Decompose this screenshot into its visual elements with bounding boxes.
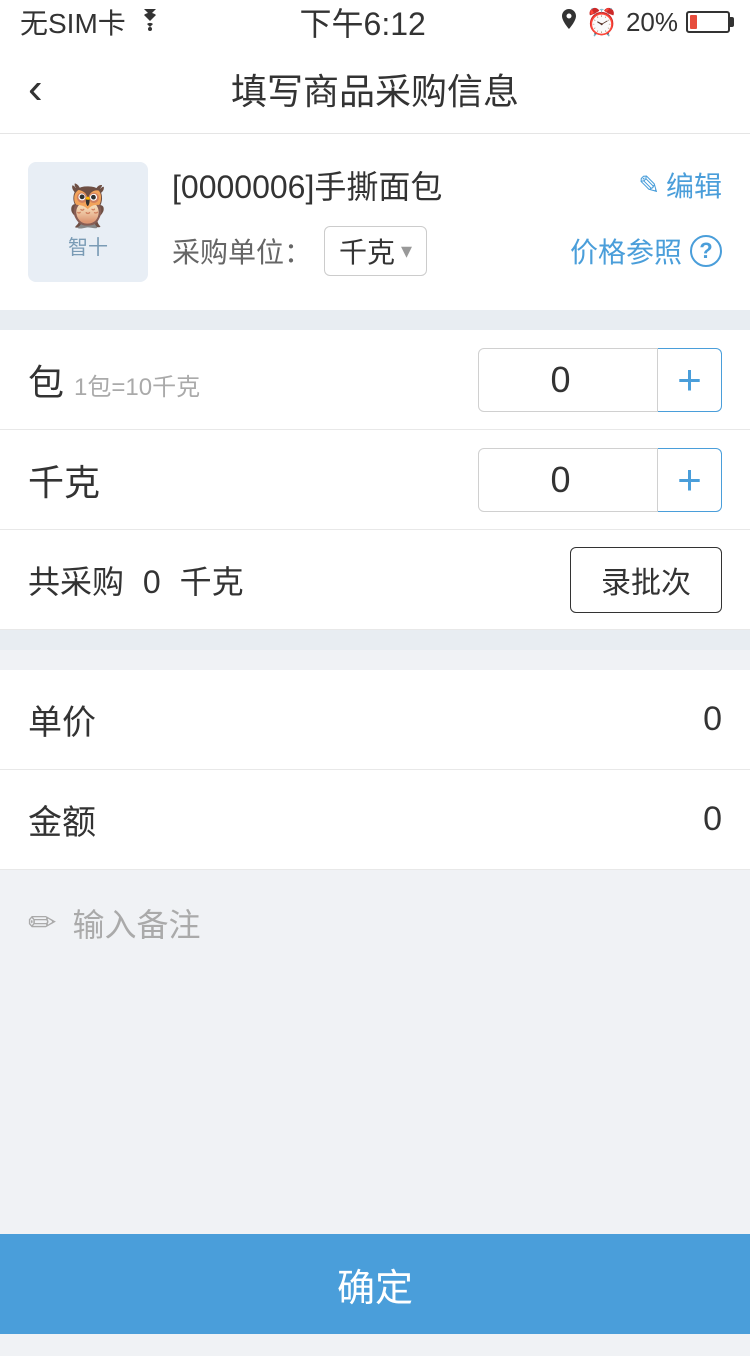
status-time: 下午6:12 bbox=[300, 0, 426, 45]
unit-price-value: 0 bbox=[703, 700, 722, 739]
product-thumbnail: 🦉 智十 bbox=[28, 162, 148, 282]
note-section[interactable]: ✏ 输入备注 bbox=[0, 870, 750, 976]
status-left: 无SIM卡 bbox=[20, 2, 166, 42]
kg-plus-button[interactable]: + bbox=[658, 448, 722, 512]
price-ref-icon: ? bbox=[690, 235, 722, 267]
product-name-row: [0000006]手撕面包 ✎ 编辑 bbox=[172, 162, 722, 208]
amount-row: 金额 0 bbox=[0, 770, 750, 870]
purchase-unit-left: 采购单位： 千克 ▾ bbox=[172, 226, 427, 276]
unit-label: 采购单位： bbox=[172, 231, 312, 271]
location-icon bbox=[560, 7, 578, 38]
quantity-row-kg: 千克 + bbox=[0, 430, 750, 530]
status-right: ⏰ 20% bbox=[560, 7, 730, 38]
confirm-button[interactable]: 确定 bbox=[0, 1234, 750, 1334]
divider-1 bbox=[0, 310, 750, 330]
amount-value: 0 bbox=[703, 800, 722, 839]
summary-row: 共采购 0 千克 录批次 bbox=[0, 530, 750, 630]
summary-value: 0 bbox=[143, 564, 161, 600]
divider-2 bbox=[0, 630, 750, 650]
content-spacer bbox=[0, 976, 750, 1256]
price-ref-label: 价格参照 bbox=[570, 231, 682, 271]
price-section: 单价 0 金额 0 bbox=[0, 670, 750, 870]
unit-price-row: 单价 0 bbox=[0, 670, 750, 770]
quantity-row-bag: 包 1包=10千克 + bbox=[0, 330, 750, 430]
record-batch-button[interactable]: 录批次 bbox=[570, 547, 722, 613]
kg-label: 千克 bbox=[28, 454, 100, 506]
unit-price-label: 单价 bbox=[28, 695, 96, 744]
carrier-text: 无SIM卡 bbox=[20, 2, 126, 42]
nav-bar: ‹ 填写商品采购信息 bbox=[0, 44, 750, 134]
product-info: [0000006]手撕面包 ✎ 编辑 采购单位： 千克 ▾ 价格参照 ? bbox=[172, 162, 722, 276]
bag-plus-button[interactable]: + bbox=[658, 348, 722, 412]
pencil-icon: ✏ bbox=[28, 903, 57, 943]
quantity-section: 包 1包=10千克 + 千克 + bbox=[0, 330, 750, 530]
bag-sub-label: 1包=10千克 bbox=[74, 367, 200, 402]
edit-icon: ✎ bbox=[638, 170, 660, 201]
wifi-icon bbox=[134, 6, 166, 38]
purchase-unit-row: 采购单位： 千克 ▾ 价格参照 ? bbox=[172, 226, 722, 276]
summary-text: 共采购 0 千克 bbox=[28, 557, 244, 603]
brand-label: 智十 bbox=[68, 231, 108, 260]
product-name: [0000006]手撕面包 bbox=[172, 162, 442, 208]
note-placeholder: 输入备注 bbox=[73, 900, 201, 946]
price-ref-button[interactable]: 价格参照 ? bbox=[570, 231, 722, 271]
summary-unit: 千克 bbox=[180, 564, 244, 600]
unit-value: 千克 bbox=[339, 231, 395, 271]
product-card: 🦉 智十 [0000006]手撕面包 ✎ 编辑 采购单位： 千克 ▾ bbox=[0, 134, 750, 310]
kg-quantity-input[interactable] bbox=[478, 448, 658, 512]
edit-button[interactable]: ✎ 编辑 bbox=[638, 165, 722, 205]
alarm-icon: ⏰ bbox=[586, 7, 618, 38]
battery-percentage: 20% bbox=[626, 7, 678, 38]
bag-quantity-input[interactable] bbox=[478, 348, 658, 412]
status-bar: 无SIM卡 下午6:12 ⏰ 20% bbox=[0, 0, 750, 44]
bag-label: 包 bbox=[28, 354, 64, 406]
battery-icon bbox=[686, 11, 730, 33]
unit-select[interactable]: 千克 ▾ bbox=[324, 226, 427, 276]
owl-icon: 🦉 bbox=[62, 185, 114, 227]
summary-label: 共采购 bbox=[28, 564, 124, 600]
back-button[interactable]: ‹ bbox=[28, 64, 43, 114]
chevron-down-icon: ▾ bbox=[401, 238, 412, 264]
page-title: 填写商品采购信息 bbox=[231, 63, 519, 115]
amount-label: 金额 bbox=[28, 795, 96, 844]
edit-label: 编辑 bbox=[666, 165, 722, 205]
